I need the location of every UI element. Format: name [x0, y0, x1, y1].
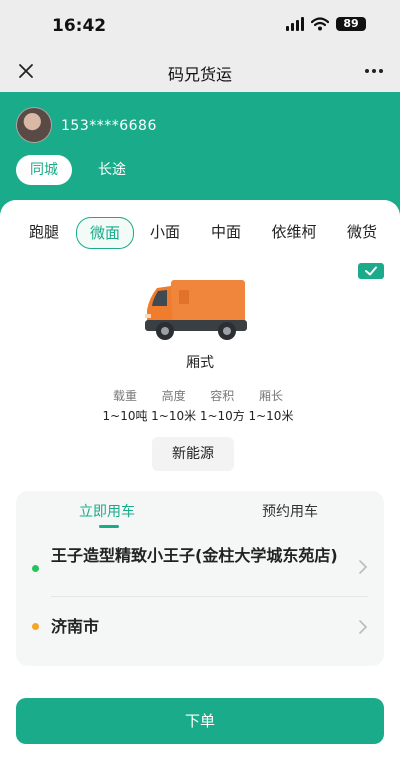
spec-volume: 容积 1~10方	[199, 389, 245, 423]
selected-check-icon	[358, 263, 384, 279]
more-icon[interactable]	[362, 59, 386, 83]
chevron-right-icon	[359, 620, 368, 634]
vehicle-tabs: 跑腿 微面 小面 中面 依维柯 微货	[0, 217, 400, 249]
tab-long-distance[interactable]: 长途	[98, 155, 126, 185]
page-title: 码兄货运	[167, 65, 232, 84]
divider	[51, 596, 368, 597]
status-bar: 16:42 89	[0, 0, 400, 50]
status-icons: 89	[286, 17, 366, 31]
avatar[interactable]	[16, 107, 52, 143]
user-phone: 153****6686	[61, 118, 157, 134]
pickup-address: 王子造型精致小王子(金柱大学城东苑店)	[51, 546, 338, 565]
vehicle-tab-small-van[interactable]: 小面	[149, 217, 181, 247]
pickup-dot	[32, 565, 39, 572]
tab-same-city[interactable]: 同城	[16, 155, 72, 185]
destination-dot	[32, 623, 39, 630]
destination-address: 济南市	[51, 617, 100, 636]
pickup-address-row[interactable]: 王子造型精致小王子(金柱大学城东苑店)	[16, 543, 384, 595]
vehicle-tab-micro-van[interactable]: 微面	[76, 217, 134, 249]
tab-use-now[interactable]: 立即用车	[79, 501, 135, 521]
wifi-icon	[311, 17, 329, 31]
spec-length: 厢长 1~10米	[248, 389, 294, 423]
spec-load: 载重 1~10吨	[102, 389, 148, 423]
signal-icon	[286, 17, 304, 31]
vehicle-tab-medium-van[interactable]: 中面	[210, 217, 242, 247]
destination-address-row[interactable]: 济南市	[16, 613, 384, 641]
spec-height: 高度 1~10米	[151, 389, 197, 423]
active-tab-indicator	[99, 525, 119, 528]
booking-card: 立即用车 预约用车 王子造型精致小王子(金柱大学城东苑店) 济南市	[16, 491, 384, 666]
status-time: 16:42	[52, 16, 107, 36]
new-energy-button[interactable]: 新能源	[152, 437, 234, 471]
order-button[interactable]: 下单	[16, 698, 384, 744]
tab-reserve[interactable]: 预约用车	[262, 501, 318, 521]
vehicle-type: 厢式	[186, 355, 214, 371]
van-image	[145, 280, 247, 340]
vehicle-tab-iveco[interactable]: 依维柯	[270, 217, 318, 247]
vehicle-specs: 载重 1~10吨 高度 1~10米 容积 1~10方 厢长 1~10米	[102, 387, 294, 424]
vehicle-tab-errand[interactable]: 跑腿	[28, 217, 60, 247]
nav-bar: 码兄货运	[0, 50, 400, 92]
chevron-right-icon	[359, 560, 368, 574]
vehicle-tab-micro-truck[interactable]: 微货	[346, 217, 378, 247]
battery-icon: 89	[336, 17, 366, 31]
